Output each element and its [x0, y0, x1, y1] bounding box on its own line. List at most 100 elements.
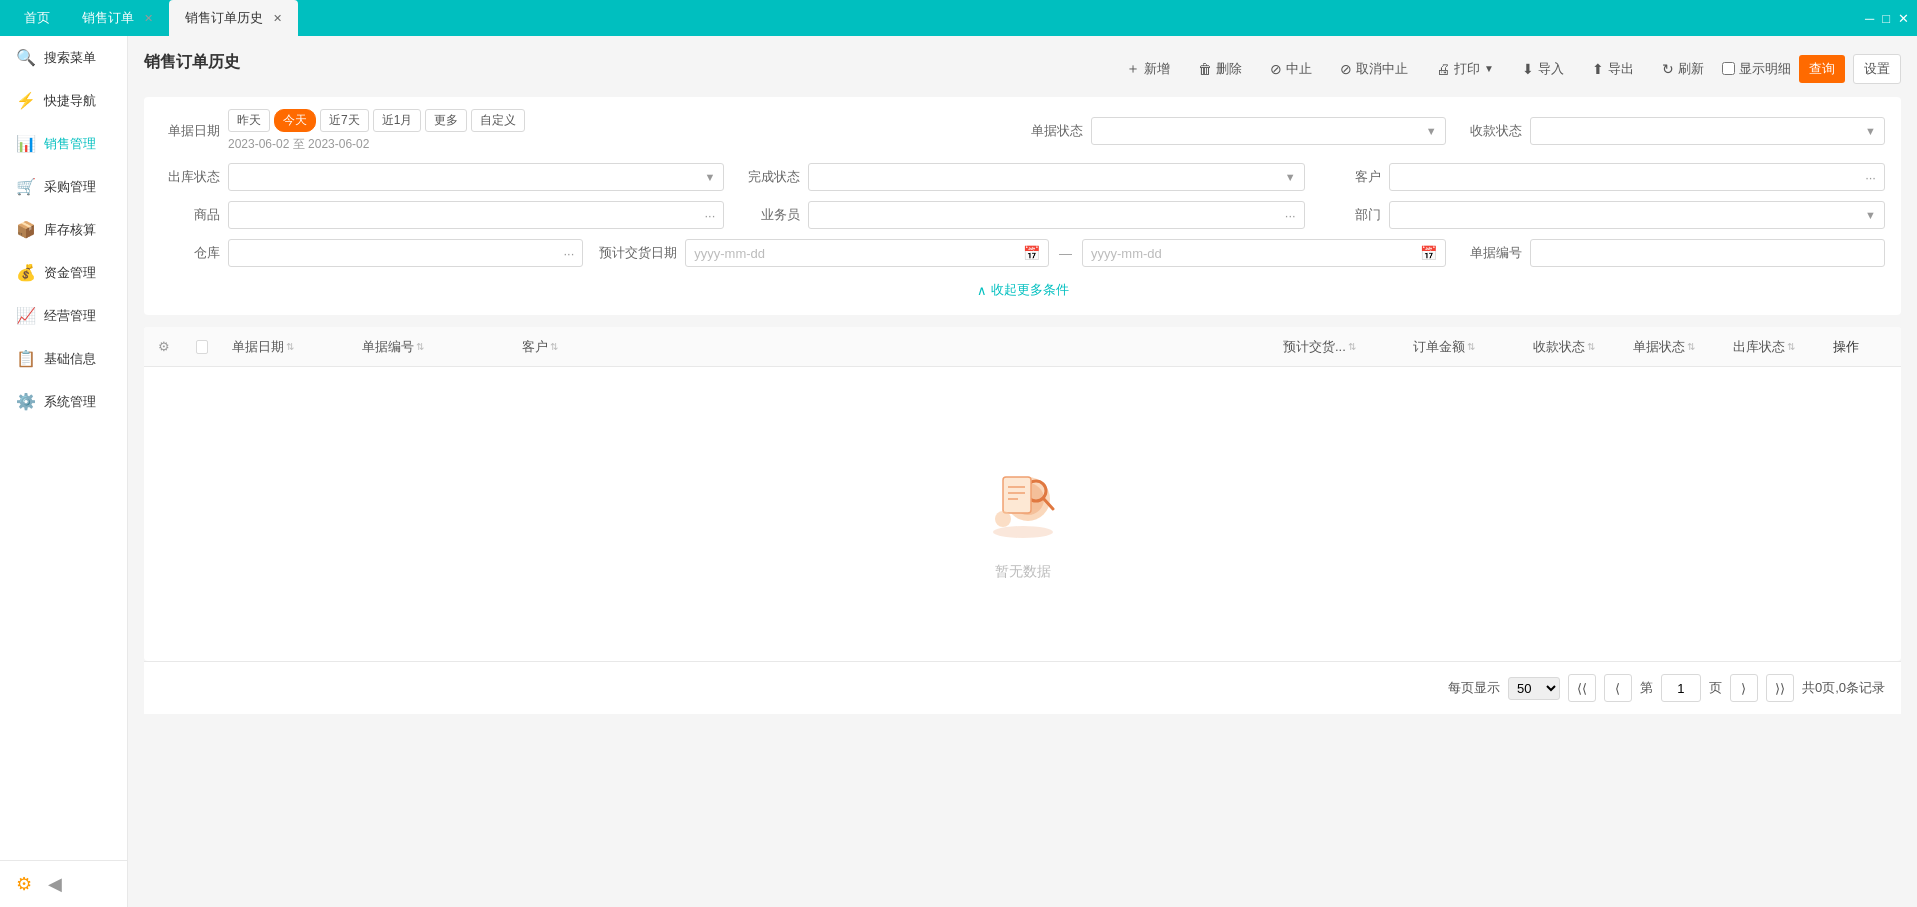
tab-home[interactable]: 首页 [8, 0, 66, 36]
sidebar-item-base-info[interactable]: 📋 基础信息 [0, 337, 127, 380]
sidebar-item-finance[interactable]: 💰 资金管理 [0, 251, 127, 294]
show-detail-checkbox[interactable]: 显示明细 [1722, 60, 1791, 78]
sidebar-settings-icon[interactable]: ⚙ [16, 873, 32, 895]
stop-button[interactable]: ⊘ 中止 [1260, 55, 1322, 83]
close-sales-order-tab[interactable]: ✕ [144, 12, 153, 25]
date-today-btn[interactable]: 今天 [274, 109, 316, 132]
refresh-button[interactable]: ↻ 刷新 [1652, 55, 1714, 83]
date-1month-btn[interactable]: 近1月 [373, 109, 422, 132]
collapse-label: 收起更多条件 [991, 281, 1069, 299]
delivery-date-end[interactable]: yyyy-mm-dd 📅 [1082, 239, 1446, 267]
page-size-select[interactable]: 50 10 20 100 [1508, 677, 1560, 700]
pay-status-select[interactable]: ▼ [1530, 117, 1885, 145]
goods-ellipsis[interactable]: ··· [704, 208, 715, 223]
tab-sales-order[interactable]: 销售订单 ✕ [66, 0, 169, 36]
customer-filter-label: 客户 [1321, 168, 1381, 186]
export-button[interactable]: ⬆ 导出 [1582, 55, 1644, 83]
query-label: 查询 [1809, 60, 1835, 78]
complete-status-arrow: ▼ [1285, 171, 1296, 183]
sidebar-item-search-menu[interactable]: 🔍 搜索菜单 [0, 36, 127, 79]
date-range-text: 2023-06-02 至 2023-06-02 [228, 136, 1007, 153]
delivery-date-label: 预计交货日期 [599, 244, 677, 262]
last-page-btn[interactable]: ⟩⟩ [1766, 674, 1794, 702]
goods-select[interactable]: ··· [228, 201, 724, 229]
table-settings-icon[interactable]: ⚙ [158, 339, 170, 354]
date-yesterday-btn[interactable]: 昨天 [228, 109, 270, 132]
sort-amount[interactable]: 订单金额 ⇅ [1413, 338, 1475, 356]
sidebar-item-operations[interactable]: 📈 经营管理 [0, 294, 127, 337]
sidebar-collapse-icon[interactable]: ◀ [48, 873, 62, 895]
first-page-btn[interactable]: ⟨⟨ [1568, 674, 1596, 702]
close-window-btn[interactable]: ✕ [1898, 11, 1909, 26]
sidebar-item-purchase[interactable]: 🛒 采购管理 [0, 165, 127, 208]
table-container: ⚙ 单据日期 ⇅ 单据编号 ⇅ [144, 327, 1901, 661]
sort-order-status[interactable]: 单据状态 ⇅ [1633, 338, 1695, 356]
export-label: 导出 [1608, 60, 1634, 78]
settings-button[interactable]: 设置 [1853, 54, 1901, 84]
print-arrow-icon: ▼ [1484, 63, 1494, 74]
print-icon: 🖨 [1436, 61, 1450, 77]
cancel-stop-button[interactable]: ⊘ 取消中止 [1330, 55, 1418, 83]
tab-sales-order-label: 销售订单 [82, 9, 134, 27]
show-detail-input[interactable] [1722, 62, 1735, 75]
operations-icon: 📈 [16, 306, 36, 325]
svg-point-9 [995, 511, 1011, 527]
pay-status-col-label: 收款状态 [1533, 338, 1585, 356]
sort-customer-icon: ⇅ [550, 342, 558, 352]
empty-illustration [973, 447, 1073, 547]
empty-text: 暂无数据 [995, 563, 1051, 581]
salesman-select[interactable]: ··· [808, 201, 1304, 229]
sidebar-item-system[interactable]: ⚙️ 系统管理 [0, 380, 127, 423]
delivery-date-start[interactable]: yyyy-mm-dd 📅 [685, 239, 1049, 267]
new-icon: ＋ [1126, 60, 1140, 78]
page-number-input[interactable] [1661, 674, 1701, 702]
department-select[interactable]: ▼ [1389, 201, 1885, 229]
collapse-button[interactable]: ∧ 收起更多条件 [160, 277, 1885, 303]
tab-sales-order-history[interactable]: 销售订单历史 ✕ [169, 0, 298, 36]
delivery-start-calendar-icon[interactable]: 📅 [1023, 245, 1040, 261]
import-button[interactable]: ⬇ 导入 [1512, 55, 1574, 83]
customer-ellipsis[interactable]: ··· [1865, 170, 1876, 185]
sort-order-num[interactable]: 单据编号 ⇅ [362, 338, 424, 356]
import-icon: ⬇ [1522, 61, 1534, 77]
order-num-input[interactable] [1530, 239, 1885, 267]
sort-amount-icon: ⇅ [1467, 342, 1475, 352]
delivery-end-calendar-icon[interactable]: 📅 [1420, 245, 1437, 261]
date-more-btn[interactable]: 更多 [425, 109, 467, 132]
sort-pay-status[interactable]: 收款状态 ⇅ [1533, 338, 1595, 356]
table-col-order-status: 单据状态 ⇅ [1621, 330, 1721, 364]
sidebar-item-sales[interactable]: 📊 销售管理 [0, 122, 127, 165]
query-button[interactable]: 查询 [1799, 55, 1845, 83]
delete-button[interactable]: 🗑 删除 [1188, 55, 1252, 83]
table-col-checkbox[interactable] [184, 332, 220, 362]
date-custom-btn[interactable]: 自定义 [471, 109, 525, 132]
quick-nav-icon: ⚡ [16, 91, 36, 110]
order-num-filter-label: 单据编号 [1462, 244, 1522, 262]
sidebar-item-inventory[interactable]: 📦 库存核算 [0, 208, 127, 251]
minimize-btn[interactable]: ─ [1865, 11, 1874, 26]
prev-page-btn[interactable]: ⟨ [1604, 674, 1632, 702]
table-col-settings[interactable]: ⚙ [144, 331, 184, 362]
out-status-select[interactable]: ▼ [228, 163, 724, 191]
print-button[interactable]: 🖨 打印 ▼ [1426, 55, 1504, 83]
order-status-arrow: ▼ [1426, 125, 1437, 137]
date-label: 单据日期 [160, 122, 220, 140]
complete-status-select[interactable]: ▼ [808, 163, 1304, 191]
sort-customer[interactable]: 客户 ⇅ [522, 338, 558, 356]
sort-date[interactable]: 单据日期 ⇅ [232, 338, 294, 356]
sort-out-status[interactable]: 出库状态 ⇅ [1733, 338, 1795, 356]
sidebar-item-quick-nav[interactable]: ⚡ 快捷导航 [0, 79, 127, 122]
filter-out-status: 出库状态 ▼ [160, 163, 724, 191]
customer-filter-select[interactable]: ··· [1389, 163, 1885, 191]
close-history-tab[interactable]: ✕ [273, 12, 282, 25]
next-page-btn[interactable]: ⟩ [1730, 674, 1758, 702]
warehouse-select[interactable]: ··· [228, 239, 583, 267]
salesman-ellipsis[interactable]: ··· [1285, 208, 1296, 223]
maximize-btn[interactable]: □ [1882, 11, 1890, 26]
sort-delivery[interactable]: 预计交货... ⇅ [1283, 338, 1356, 356]
order-status-select[interactable]: ▼ [1091, 117, 1446, 145]
select-all-checkbox[interactable] [196, 340, 208, 354]
new-button[interactable]: ＋ 新增 [1116, 55, 1180, 83]
warehouse-ellipsis[interactable]: ··· [563, 246, 574, 261]
date-7days-btn[interactable]: 近7天 [320, 109, 369, 132]
